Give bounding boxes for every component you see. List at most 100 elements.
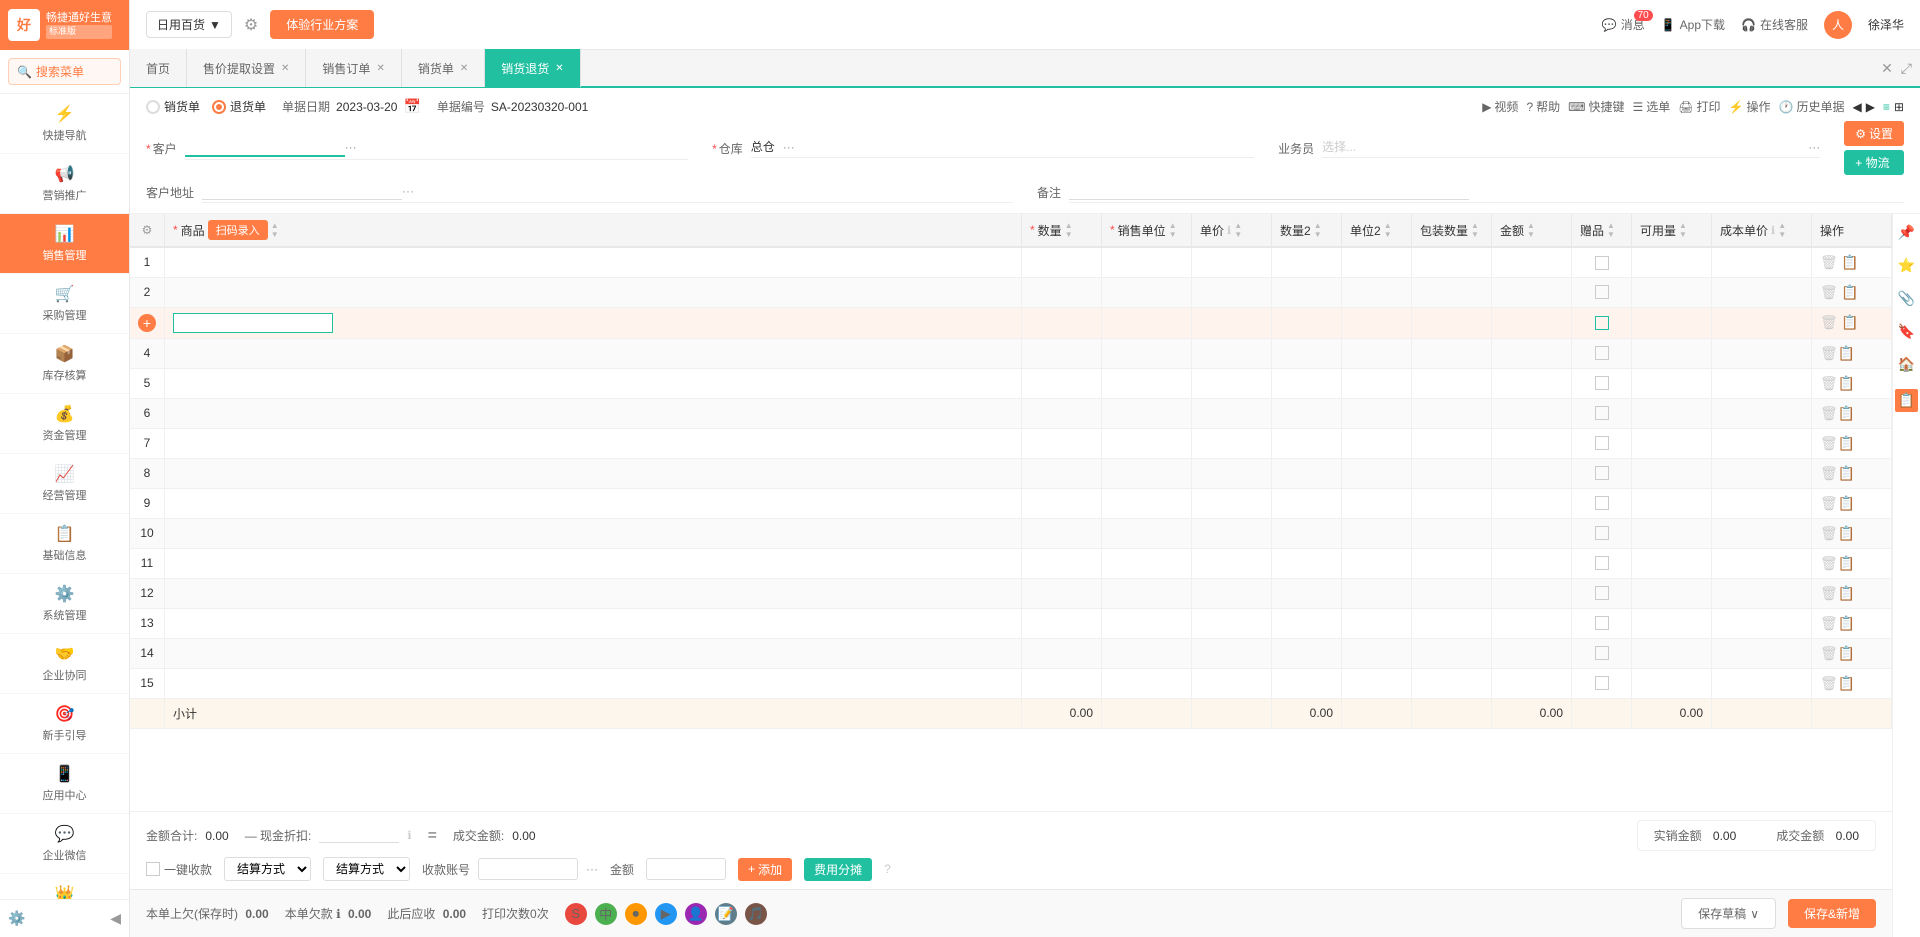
sidebar-item-enterprise[interactable]: 🤝 企业协同 xyxy=(0,634,129,694)
copy-row-13[interactable]: 📋 xyxy=(1838,615,1855,631)
radio-sales[interactable]: 销货单 xyxy=(146,98,200,115)
tab-price-settings[interactable]: 售价提取设置 ✕ xyxy=(187,49,306,87)
message-button[interactable]: 💬 消息 70 xyxy=(1602,16,1645,33)
industry-select[interactable]: 日用百货 ▼ xyxy=(146,11,232,38)
right-icon-5[interactable]: 🏠 xyxy=(1898,356,1915,373)
logistics-button[interactable]: + 物流 xyxy=(1844,150,1904,175)
delete-row-11[interactable]: 🗑 xyxy=(1820,555,1838,571)
copy-row-5[interactable]: 📋 xyxy=(1838,375,1855,391)
delete-row-2[interactable]: 🗑 xyxy=(1820,284,1838,300)
delete-row-6[interactable]: 🗑 xyxy=(1820,405,1838,421)
shortcut-action[interactable]: ⌨ 快捷键 xyxy=(1568,98,1624,115)
gift-checkbox-2[interactable] xyxy=(1595,285,1609,299)
remarks-input[interactable] xyxy=(1069,181,1469,200)
prev-icon[interactable]: ◀ xyxy=(1852,100,1861,114)
gift-checkbox-15[interactable] xyxy=(1595,676,1609,690)
delete-row-3[interactable]: 🗑 xyxy=(1820,314,1838,330)
sidebar-item-wechat[interactable]: 💬 企业微信 xyxy=(0,814,129,874)
sidebar-item-member[interactable]: 👑 畅会员 xyxy=(0,874,129,899)
copy-row-14[interactable]: 📋 xyxy=(1838,645,1855,661)
account-input[interactable] xyxy=(478,858,578,880)
operate-action[interactable]: ⚡ 操作 xyxy=(1729,98,1771,115)
delete-row-8[interactable]: 🗑 xyxy=(1820,465,1838,481)
gift-checkbox-7[interactable] xyxy=(1595,436,1609,450)
gift-checkbox-10[interactable] xyxy=(1595,526,1609,540)
sidebar-item-sys-mgmt[interactable]: ⚙️ 系统管理 xyxy=(0,574,129,634)
tab-home[interactable]: 首页 xyxy=(130,49,187,87)
settings-footer-icon[interactable]: ⚙️ xyxy=(8,910,25,927)
add-row-icon[interactable]: + xyxy=(138,314,156,332)
print-action[interactable]: 🖨 打印 xyxy=(1678,98,1720,115)
sidebar-item-marketing[interactable]: 📢 营销推广 xyxy=(0,154,129,214)
history-action[interactable]: 🕐 历史单据 xyxy=(1778,98,1844,115)
table-gear-icon[interactable]: ⚙ xyxy=(142,223,153,237)
right-icon-6[interactable]: 📋 xyxy=(1895,389,1918,412)
video-action[interactable]: ▶ 视频 xyxy=(1482,98,1518,115)
experience-button[interactable]: 体验行业方案 xyxy=(270,10,374,39)
copy-row-8[interactable]: 📋 xyxy=(1838,465,1855,481)
collapse-sidebar-icon[interactable]: ◀ xyxy=(110,910,121,927)
calc-method-select[interactable]: 结算方式 xyxy=(323,857,410,881)
topbar-gear-icon[interactable]: ⚙ xyxy=(244,15,258,35)
tab-sales-return[interactable]: 销货退货 ✕ xyxy=(485,49,580,87)
gift-checkbox-8[interactable] xyxy=(1595,466,1609,480)
copy-row-4[interactable]: 📋 xyxy=(1838,345,1855,361)
gift-checkbox-11[interactable] xyxy=(1595,556,1609,570)
copy-row-15[interactable]: 📋 xyxy=(1838,675,1855,691)
sidebar-item-purchase-mgmt[interactable]: 🛒 采购管理 xyxy=(0,274,129,334)
delete-row-12[interactable]: 🗑 xyxy=(1820,585,1838,601)
one-key-payment-check[interactable] xyxy=(146,862,160,876)
save-draft-button[interactable]: 保存草稿 ∨ xyxy=(1681,898,1776,929)
right-icon-4[interactable]: 🔖 xyxy=(1898,323,1915,340)
gift-checkbox-3[interactable] xyxy=(1595,316,1609,330)
tab-close-sales-return[interactable]: ✕ xyxy=(555,63,563,74)
gift-checkbox-13[interactable] xyxy=(1595,616,1609,630)
gift-checkbox-6[interactable] xyxy=(1595,406,1609,420)
amount-input[interactable] xyxy=(646,858,726,880)
gift-checkbox-12[interactable] xyxy=(1595,586,1609,600)
gift-checkbox-9[interactable] xyxy=(1595,496,1609,510)
tab-sales-delivery[interactable]: 销货单 ✕ xyxy=(402,49,485,87)
close-tab-icon[interactable]: ✕ xyxy=(1881,60,1893,77)
right-icon-1[interactable]: 📌 xyxy=(1898,224,1915,241)
delete-row-9[interactable]: 🗑 xyxy=(1820,495,1838,511)
footer-help-icon[interactable]: ? xyxy=(884,862,891,876)
split-button[interactable]: 费用分摊 xyxy=(804,858,872,881)
copy-row-10[interactable]: 📋 xyxy=(1838,525,1855,541)
settlement-method-select[interactable]: 结算方式 xyxy=(224,857,311,881)
expand-tab-icon[interactable]: ⤢ xyxy=(1901,60,1912,77)
app-download-button[interactable]: 📱 App下载 xyxy=(1661,16,1725,33)
gift-checkbox-5[interactable] xyxy=(1595,376,1609,390)
sidebar-item-ops[interactable]: 📈 经营管理 xyxy=(0,454,129,514)
sidebar-item-sales-mgmt[interactable]: 📊 销售管理 xyxy=(0,214,129,274)
delete-row-10[interactable]: 🗑 xyxy=(1820,525,1838,541)
copy-row-9[interactable]: 📋 xyxy=(1838,495,1855,511)
copy-row-6[interactable]: 📋 xyxy=(1838,405,1855,421)
select-action[interactable]: ☰ 选单 xyxy=(1632,98,1670,115)
sales-rep-dots-btn[interactable]: ··· xyxy=(1808,140,1820,154)
sidebar-item-basic-info[interactable]: 📋 基础信息 xyxy=(0,514,129,574)
help-action[interactable]: ? 帮助 xyxy=(1526,98,1560,115)
right-icon-3[interactable]: 📎 xyxy=(1898,290,1915,307)
warehouse-dots-btn[interactable]: ··· xyxy=(783,140,795,154)
right-icon-2[interactable]: ⭐ xyxy=(1898,257,1915,274)
address-dots-btn[interactable]: ··· xyxy=(402,184,414,198)
search-menu-button[interactable]: 🔍 搜索菜单 xyxy=(8,58,121,85)
sidebar-item-quick-nav[interactable]: ⚡ 快捷导航 xyxy=(0,94,129,154)
delete-row-7[interactable]: 🗑 xyxy=(1820,435,1838,451)
copy-row-7[interactable]: 📋 xyxy=(1838,435,1855,451)
calendar-icon[interactable]: 📅 xyxy=(403,98,420,115)
delete-row-1[interactable]: 🗑 xyxy=(1820,254,1838,270)
tab-sales-order[interactable]: 销售订单 ✕ xyxy=(306,49,401,87)
online-service-button[interactable]: 🎧 在线客服 xyxy=(1741,16,1808,33)
gift-checkbox-14[interactable] xyxy=(1595,646,1609,660)
address-input[interactable] xyxy=(202,181,402,200)
tab-close-price-settings[interactable]: ✕ xyxy=(281,63,289,74)
next-icon[interactable]: ▶ xyxy=(1866,100,1875,114)
delete-row-14[interactable]: 🗑 xyxy=(1820,645,1838,661)
customer-input[interactable] xyxy=(185,137,345,157)
sidebar-item-newbie[interactable]: 🎯 新手引导 xyxy=(0,694,129,754)
delete-row-5[interactable]: 🗑 xyxy=(1820,375,1838,391)
radio-return[interactable]: 退货单 xyxy=(212,98,266,115)
copy-row-3[interactable]: 📋 xyxy=(1841,314,1858,330)
